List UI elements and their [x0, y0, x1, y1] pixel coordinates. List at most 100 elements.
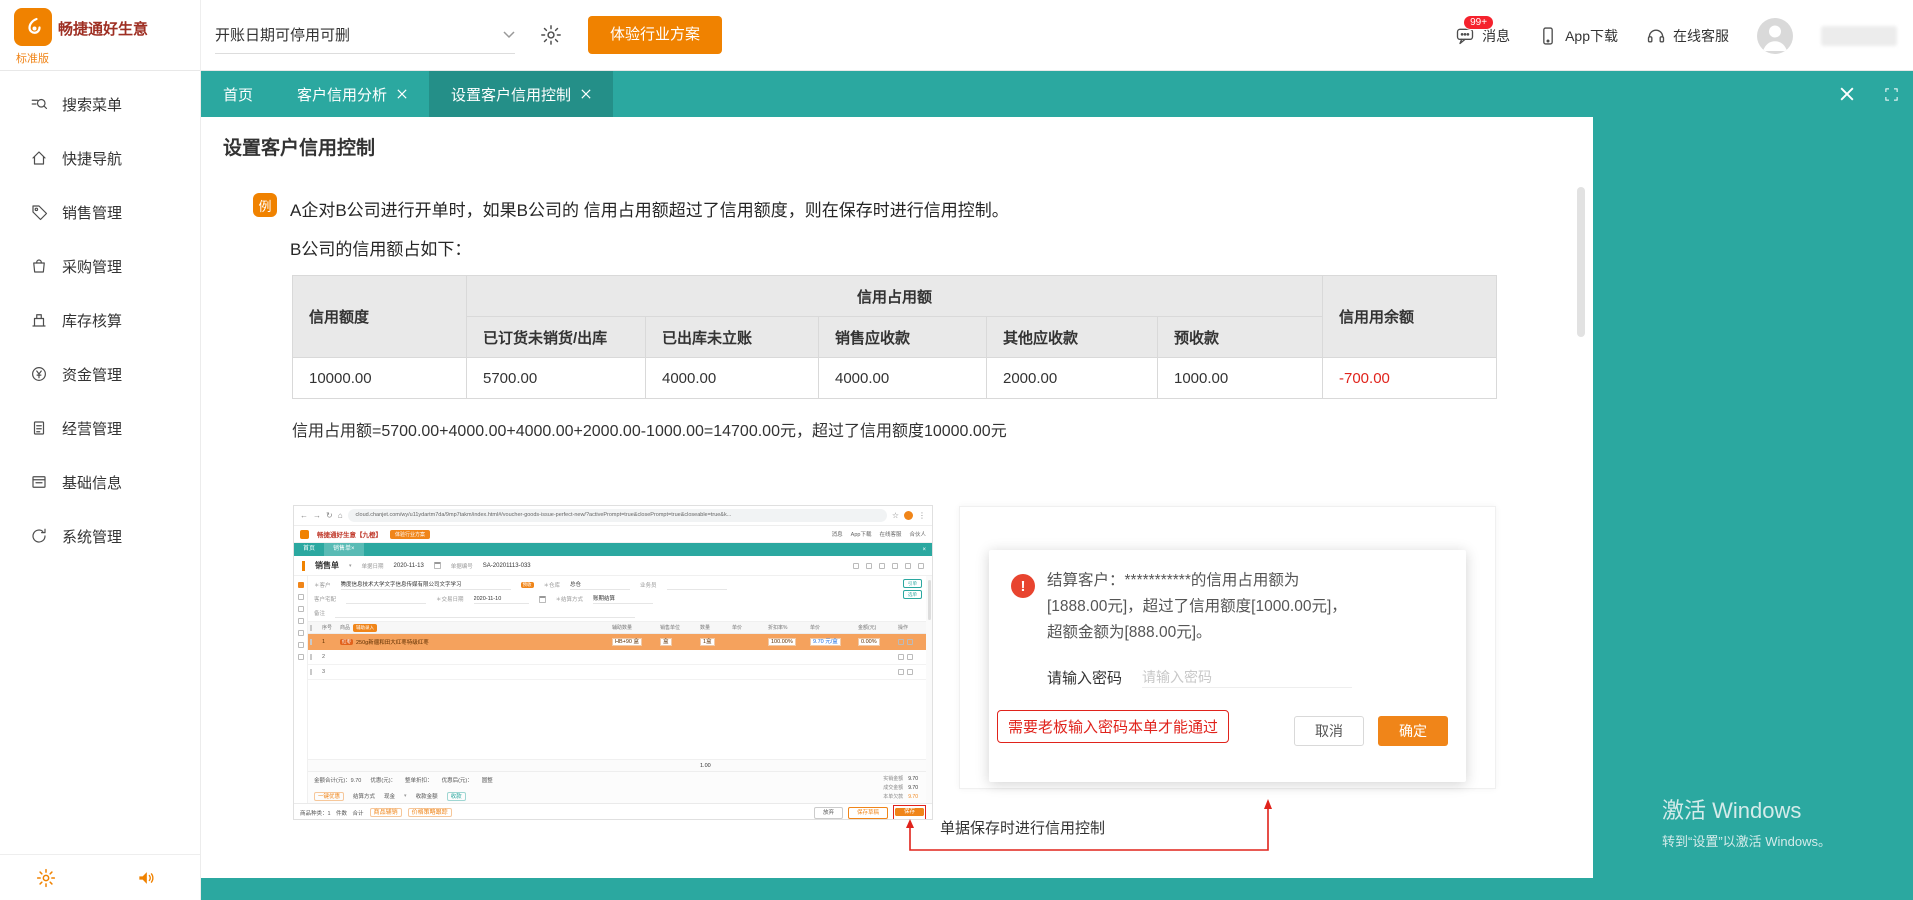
- refresh-system-icon: [32, 528, 46, 543]
- checkbox: [310, 624, 312, 631]
- sidebar-item-label: 经营管理: [62, 420, 123, 438]
- formula-text: 信用占用额=5700.00+4000.00+4000.00+2000.00-10…: [292, 423, 1007, 440]
- print-icon: [866, 562, 872, 569]
- checkbox: [310, 654, 312, 660]
- aux-entry-button: 辅助录入: [353, 623, 378, 632]
- credit-table: 信用额度 信用占用额 信用用余额 已订货未销货/出库 已出库未立账 销售应收款 …: [292, 275, 1497, 399]
- mini-url-bar: cloud.chanjet.com/wy/u11ydartm7da/9mp7ta…: [347, 509, 887, 522]
- table-row: 10000.00 5700.00 4000.00 4000.00 2000.00…: [292, 357, 1497, 399]
- delete-row-icon: [907, 654, 913, 660]
- tab-label: 首页: [223, 86, 254, 104]
- checkbox: [310, 669, 312, 675]
- close-all-tabs-button[interactable]: [1825, 71, 1869, 117]
- tab-home[interactable]: 首页: [201, 71, 275, 117]
- app-logo[interactable]: 畅捷通好生意 标准版: [0, 0, 201, 71]
- boss-password-tip: 需要老板输入密码本单才能通过: [997, 710, 1230, 743]
- messages-button[interactable]: 99+ 消息: [1455, 14, 1510, 46]
- rail-icon: [297, 618, 304, 624]
- mini-date-label: 单据日期: [361, 563, 384, 570]
- phone-icon: [1543, 26, 1553, 45]
- close-icon: [916, 547, 932, 553]
- settings-gear-icon[interactable]: [540, 24, 562, 46]
- cancel-button[interactable]: 取消: [1294, 716, 1364, 746]
- expand-icon: [918, 562, 924, 569]
- sidebar-item-operation[interactable]: 经营管理: [0, 401, 200, 455]
- chevron-down-icon: [503, 30, 515, 38]
- cell-remaining: -700.00: [1322, 357, 1497, 399]
- tab-label: 设置客户信用控制: [451, 86, 572, 104]
- mini-brand: 畅捷通好生意【九橙】: [317, 532, 382, 539]
- back-icon: [300, 512, 308, 520]
- mini-no-label: 单据编号: [450, 563, 473, 570]
- field-value: [335, 608, 636, 618]
- close-icon[interactable]: [581, 89, 591, 99]
- shopping-bag-icon: [33, 259, 45, 273]
- close-icon[interactable]: [397, 89, 407, 99]
- mini-profile-avatar: [904, 511, 913, 520]
- sidebar-item-base-info[interactable]: 基础信息: [0, 455, 200, 509]
- field-value: [346, 594, 427, 604]
- fullscreen-button[interactable]: [1869, 71, 1913, 117]
- topbar: 畅捷通好生意 标准版 开账日期可停用可删 体验行业方案 99+ 消息 App下载…: [0, 0, 1913, 71]
- field-label: ＊交易日期: [436, 597, 464, 603]
- import-icon: [879, 562, 885, 569]
- mini-no-value: SA-20201113-033: [482, 562, 531, 569]
- tab-bar: 首页 客户信用分析 设置客户信用控制: [201, 71, 1913, 117]
- field-value: 总仓: [570, 580, 631, 590]
- sidebar-item-inventory[interactable]: 库存核算: [0, 293, 200, 347]
- sidebar-item-funds[interactable]: 资金管理: [0, 347, 200, 401]
- field-label: ＊结算方式: [555, 597, 584, 603]
- copy-row-icon: [898, 669, 904, 675]
- rail-icon: [297, 654, 304, 660]
- sidebar-item-purchase[interactable]: 采购管理: [0, 239, 200, 293]
- user-avatar[interactable]: [1757, 17, 1793, 54]
- app-download-label: App下载: [1565, 27, 1618, 44]
- sidebar-item-search-menu[interactable]: 搜索菜单: [0, 77, 200, 131]
- dialog-example-card: ! 结算客户：***********的信用占用额为 [1888.00元]，超过了…: [959, 506, 1496, 789]
- sidebar-item-quick-nav[interactable]: 快捷导航: [0, 131, 200, 185]
- pull-order-button: 引单: [903, 579, 922, 588]
- mini-toolbar: 销售单 单据日期 2020-11-13 单据编号 SA-20201113-033: [294, 556, 932, 576]
- cell-other: 2000.00: [986, 357, 1158, 399]
- settings-gear-icon[interactable]: [36, 868, 56, 888]
- sidebar-item-system[interactable]: 系统管理: [0, 509, 200, 563]
- tab-credit-analysis[interactable]: 客户信用分析: [275, 71, 429, 117]
- mini-toolbar-icons: [853, 562, 924, 569]
- history-icon: [905, 562, 911, 569]
- mini-left-rail: [294, 576, 308, 803]
- account-set-select[interactable]: 开账日期可停用可删: [215, 16, 515, 54]
- mini-table-row: 2: [308, 650, 926, 665]
- bookmark-star-icon: [892, 512, 899, 520]
- password-label: 请输入密码: [1047, 669, 1123, 687]
- password-input[interactable]: [1142, 666, 1353, 688]
- col-credit-limit: 信用额度: [292, 275, 467, 358]
- app-download-button[interactable]: App下载: [1538, 26, 1618, 46]
- mini-nav-item: 合伙人: [909, 532, 926, 538]
- topbar-right: 99+ 消息 App下载 在线客服: [1455, 0, 1897, 71]
- sidebar: 搜索菜单 快捷导航 销售管理 采购管理 库存核算 资金管理 经营管理 基础信息 …: [0, 71, 201, 900]
- fullscreen-icon: [1884, 87, 1898, 101]
- mini-app-header: 畅捷通好生意【九橙】 体验行业方案 消息 App下载 在线客服 合伙人: [294, 526, 932, 543]
- home-icon: [32, 151, 46, 165]
- sidebar-item-sales[interactable]: 销售管理: [0, 185, 200, 239]
- search-icon: [31, 98, 48, 110]
- online-service-button[interactable]: 在线客服: [1646, 26, 1729, 46]
- forward-icon: [313, 512, 321, 520]
- calendar-icon: [433, 562, 441, 569]
- field-value: 账期结算: [593, 594, 654, 604]
- mini-scrollbar: [926, 576, 932, 803]
- document-icon: [33, 421, 45, 435]
- copy-row-icon: [898, 654, 904, 660]
- scrollbar-thumb[interactable]: [1577, 187, 1585, 337]
- rail-icon: [297, 606, 304, 612]
- field-value: 腾度信息技术大学文字信息传媒有限公司文字学习: [340, 580, 511, 590]
- mini-nav-item: 消息: [831, 532, 843, 538]
- confirm-button[interactable]: 确定: [1378, 716, 1448, 746]
- field-label: 客户宅配: [314, 597, 337, 603]
- trial-solution-button[interactable]: 体验行业方案: [588, 16, 723, 54]
- logo-icon: [300, 529, 309, 539]
- tab-credit-control[interactable]: 设置客户信用控制: [429, 71, 614, 117]
- mini-quick-buttons: 引单 选单: [903, 579, 922, 599]
- browser-menu-icon: [918, 512, 926, 520]
- speaker-icon[interactable]: [136, 868, 156, 888]
